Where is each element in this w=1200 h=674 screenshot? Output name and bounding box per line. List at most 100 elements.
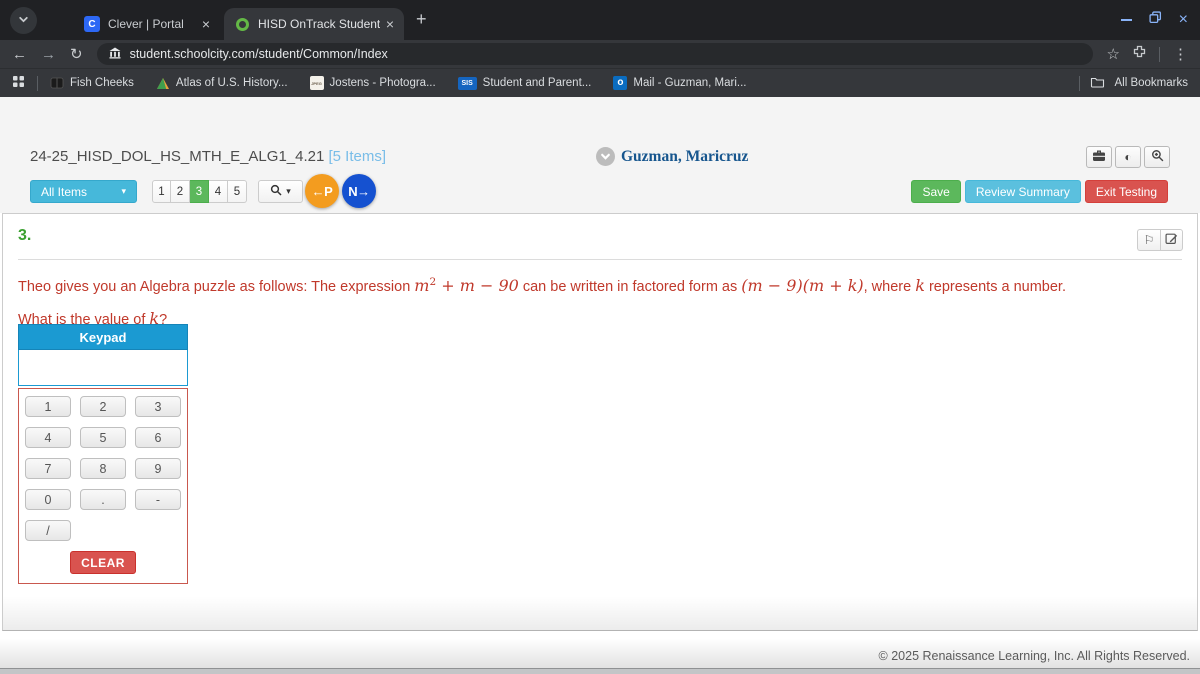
magnifier-dropdown[interactable]: ▾ — [258, 180, 303, 203]
item-pager: 1 2 3 4 5 — [152, 180, 247, 203]
window-bottom-edge — [0, 668, 1200, 674]
window-controls: × — [1120, 11, 1188, 29]
briefcase-icon — [1092, 150, 1106, 165]
divider — [18, 259, 1182, 260]
bookmark-sis[interactable]: SIS Student and Parent... — [457, 76, 592, 90]
notes-button[interactable] — [1160, 229, 1183, 251]
page-button-4[interactable]: 4 — [209, 180, 228, 203]
item-filter-dropdown[interactable]: All Items ▾ — [30, 180, 137, 203]
tab-title: Clever | Portal — [108, 17, 184, 31]
key-minus[interactable]: - — [135, 489, 181, 510]
exit-testing-button[interactable]: Exit Testing — [1084, 180, 1168, 203]
restore-window-icon[interactable] — [1149, 11, 1162, 29]
test-header: 24-25_HISD_DOL_HS_MTH_E_ALG1_4.21 [5 Ite… — [0, 97, 1200, 213]
key-slash[interactable]: / — [25, 520, 71, 541]
bookmark-label: Atlas of U.S. History... — [175, 77, 288, 89]
answer-keypad: Keypad 1 2 3 4 5 6 7 8 9 0 . - / CLEAR — [18, 324, 188, 584]
test-controls: All Items ▾ 1 2 3 4 5 ▾ ←P N→ Save Revie… — [30, 174, 1168, 208]
answer-display-field[interactable] — [18, 350, 188, 386]
bookmark-label: Mail - Guzman, Mari... — [633, 77, 747, 89]
close-window-icon[interactable]: × — [1179, 12, 1188, 28]
key-8[interactable]: 8 — [80, 458, 126, 479]
key-5[interactable]: 5 — [80, 427, 126, 448]
browser-menu-icon[interactable]: ⋮ — [1173, 47, 1188, 62]
clear-button[interactable]: CLEAR — [70, 551, 136, 574]
page-button-2[interactable]: 2 — [171, 180, 190, 203]
question-text-segment: Theo gives you an Algebra puzzle as foll… — [18, 279, 415, 295]
math-expression: k — [915, 276, 925, 295]
zoom-in-icon — [1151, 149, 1164, 165]
page-button-3-active[interactable]: 3 — [190, 180, 209, 203]
question-text: Theo gives you an Algebra puzzle as foll… — [18, 276, 1066, 295]
student-menu[interactable]: Guzman, Maricruz — [596, 147, 748, 166]
bookmarks-separator — [1078, 75, 1080, 91]
question-text-segment: can be written in factored form as — [518, 279, 742, 295]
test-title-text: 24-25_HISD_DOL_HS_MTH_E_ALG1_4.21 — [30, 148, 325, 165]
caret-down-icon: ▾ — [286, 186, 291, 196]
tab-hisd-ontrack[interactable]: HISD OnTrack Student | Renais × — [224, 8, 404, 40]
key-decimal[interactable]: . — [80, 489, 126, 510]
math-expression: m — [414, 276, 430, 295]
next-item-button[interactable]: N→ — [342, 174, 376, 208]
key-3[interactable]: 3 — [135, 396, 181, 417]
tab-title: HISD OnTrack Student | Renais — [258, 17, 380, 31]
question-text-segment: , where — [863, 279, 916, 295]
save-button[interactable]: Save — [911, 180, 961, 203]
bookmark-jostens[interactable]: JPEG Jostens - Photogra... — [309, 76, 436, 90]
address-bar[interactable]: student.schoolcity.com/student/Common/In… — [96, 43, 1093, 65]
all-bookmarks[interactable]: All Bookmarks — [1078, 75, 1188, 91]
close-tab-icon[interactable]: × — [202, 17, 210, 31]
bookmark-mail[interactable]: o Mail - Guzman, Mari... — [613, 76, 746, 90]
apps-grid-icon[interactable] — [12, 75, 25, 91]
bookmark-label: Jostens - Photogra... — [329, 77, 436, 89]
chevron-down-icon — [18, 12, 29, 30]
ontrack-favicon-icon — [234, 16, 250, 32]
key-1[interactable]: 1 — [25, 396, 71, 417]
key-2[interactable]: 2 — [80, 396, 126, 417]
page-footer: © 2025 Renaissance Learning, Inc. All Ri… — [0, 639, 1200, 668]
bookmarks-bar: Fish Cheeks Atlas of U.S. History... JPE… — [0, 68, 1200, 97]
close-tab-icon[interactable]: × — [386, 17, 394, 31]
bookmark-star-icon[interactable]: ☆ — [1107, 47, 1120, 62]
forward-icon[interactable]: → — [41, 47, 56, 62]
avatar — [596, 147, 615, 166]
back-icon[interactable]: ← — [12, 47, 27, 62]
items-count: [5 Items] — [328, 148, 387, 165]
contrast-button[interactable]: ◐ — [1115, 146, 1141, 168]
page-button-1[interactable]: 1 — [152, 180, 171, 203]
math-expression: + m − 90 — [436, 276, 519, 295]
bookmark-atlas[interactable]: Atlas of U.S. History... — [156, 77, 288, 90]
key-4[interactable]: 4 — [25, 427, 71, 448]
question-number: 3. — [18, 227, 32, 244]
flag-item-button[interactable]: ⚐ — [1137, 229, 1160, 251]
bookmarks-separator — [37, 75, 38, 91]
site-info-icon[interactable] — [109, 47, 121, 62]
flag-icon: ⚐ — [1143, 233, 1155, 247]
key-6[interactable]: 6 — [135, 427, 181, 448]
page-button-5[interactable]: 5 — [228, 180, 247, 203]
toolbar-actions: ☆ ⋮ — [1107, 45, 1188, 63]
copyright-text: © 2025 Renaissance Learning, Inc. All Ri… — [878, 649, 1190, 663]
previous-item-button[interactable]: ←P — [305, 174, 339, 208]
browser-window: C Clever | Portal × HISD OnTrack Student… — [0, 0, 1200, 674]
question-panel: 3. ⚐ Theo gives you an Algebra puzzle as… — [2, 213, 1198, 631]
clever-favicon-icon: C — [84, 16, 100, 32]
key-9[interactable]: 9 — [135, 458, 181, 479]
key-7[interactable]: 7 — [25, 458, 71, 479]
triangle-logo-icon — [156, 77, 170, 90]
folder-icon — [1090, 76, 1105, 91]
key-0[interactable]: 0 — [25, 489, 71, 510]
math-expression: (m − 9)(m + k) — [741, 276, 864, 295]
tab-search-button[interactable] — [10, 7, 37, 34]
bookmark-label: Student and Parent... — [482, 77, 592, 89]
review-summary-button[interactable]: Review Summary — [964, 180, 1081, 203]
reload-icon[interactable]: ↻ — [70, 47, 83, 62]
test-actions: Save Review Summary Exit Testing — [911, 180, 1168, 203]
minimize-icon[interactable] — [1120, 19, 1132, 21]
tab-clever-portal[interactable]: C Clever | Portal × — [74, 8, 220, 40]
zoom-button[interactable] — [1144, 146, 1170, 168]
extensions-icon[interactable] — [1133, 45, 1146, 63]
bookmark-fish-cheeks[interactable]: Fish Cheeks — [50, 76, 134, 90]
new-tab-button[interactable]: + — [416, 9, 427, 30]
toolkit-button[interactable] — [1086, 146, 1112, 168]
